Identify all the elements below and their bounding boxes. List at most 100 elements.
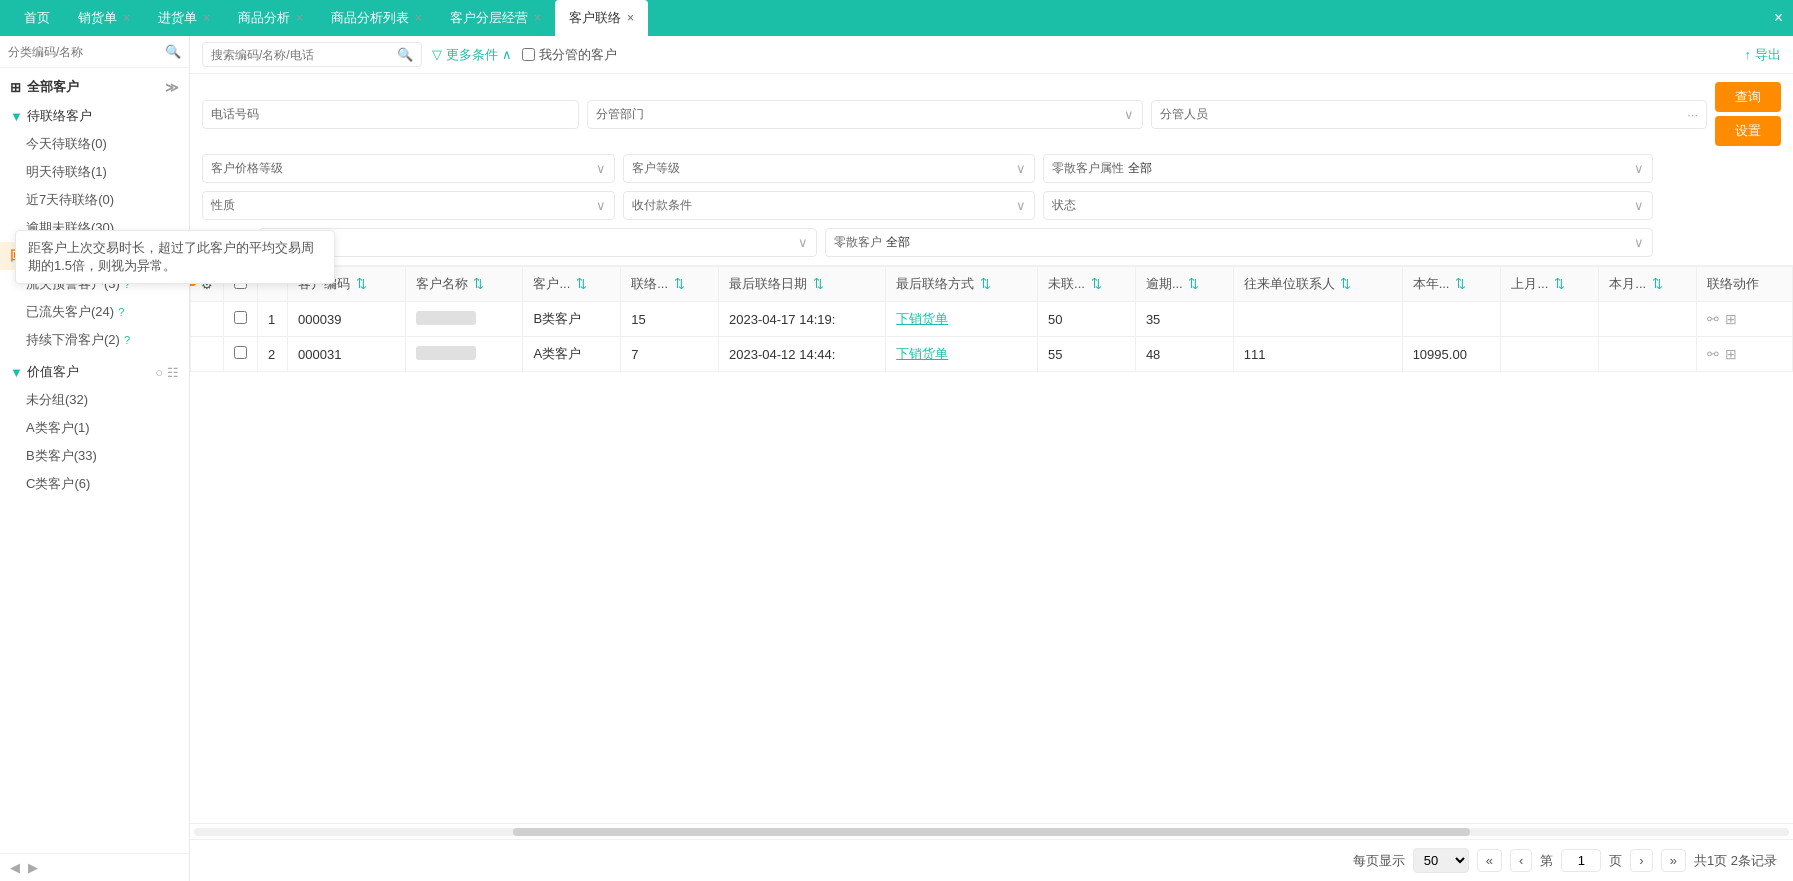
pending-today[interactable]: 今天待联络(0) (0, 130, 189, 158)
th-this-month[interactable]: 本月... ⇅ (1599, 267, 1697, 302)
cell-this-month (1599, 302, 1697, 337)
declining-info-icon: ? (124, 334, 130, 346)
th-this-year[interactable]: 本年... ⇅ (1402, 267, 1501, 302)
row-checkbox-0[interactable] (234, 311, 247, 324)
th-last-month[interactable]: 上月... ⇅ (1501, 267, 1599, 302)
lost-customers[interactable]: 已流失客户(24) ? (0, 298, 189, 326)
export-button[interactable]: ↑ 导出 (1745, 46, 1782, 64)
payment-select[interactable]: 收付款条件 ∨ (623, 191, 1036, 220)
pending-arrow-icon: ▼ (10, 109, 23, 124)
th-overdue[interactable]: 逾期... ⇅ (1135, 267, 1233, 302)
my-customers-checkbox[interactable] (522, 48, 535, 61)
price-level-select[interactable]: 客户价格等级 ∨ (202, 154, 615, 183)
cell-action: ⚯ ⊞ (1697, 302, 1793, 337)
th-last-date[interactable]: 最后联络日期 ⇅ (719, 267, 886, 302)
declining-customers[interactable]: 持续下滑客户(2) ? (0, 326, 189, 354)
sidebar-search-input[interactable] (8, 45, 165, 59)
sidebar-nav-right-icon[interactable]: ▶ (28, 860, 38, 875)
cell-last-month (1501, 337, 1599, 372)
cell-setting (191, 302, 224, 337)
nav-item-customer-contact[interactable]: 客户联络 × (555, 0, 648, 36)
last-method-link[interactable]: 下销货单 (896, 346, 948, 361)
value-edit-icon[interactable]: ○ (155, 365, 163, 380)
staff-select[interactable]: 分管人员 ··· (1151, 100, 1707, 129)
tooltip-box: 距客户上次交易时长，超过了此客户的平均交易周期的1.5倍，则视为异常。 (15, 230, 335, 284)
row-checkbox-1[interactable] (234, 346, 247, 359)
action-grid-icon[interactable]: ⊞ (1725, 311, 1737, 327)
nav-item-sales[interactable]: 销货单 × (64, 0, 144, 36)
phone-field[interactable]: 电话号码 (202, 100, 579, 129)
pending-tomorrow[interactable]: 明天待联络(1) (0, 158, 189, 186)
horizontal-scrollbar[interactable] (190, 823, 1793, 839)
close-all-tabs[interactable]: × (1774, 9, 1783, 27)
value-c-class[interactable]: C类客户(6) (0, 470, 189, 498)
sidebar-nav-left-icon[interactable]: ◀ (10, 860, 20, 875)
value-a-class[interactable]: A类客户(1) (0, 414, 189, 442)
action-grid-icon[interactable]: ⊞ (1725, 346, 1737, 362)
close-stratify-icon[interactable]: × (534, 11, 541, 25)
zero-attr-chevron-icon[interactable]: ∨ (1634, 161, 1644, 176)
close-purchase-icon[interactable]: × (203, 11, 210, 25)
status-select[interactable]: 状态 ∨ (1043, 191, 1653, 220)
last-method-link[interactable]: 下销货单 (896, 311, 948, 326)
pending-7days[interactable]: 近7天待联络(0) (0, 186, 189, 214)
collapse-sidebar-icon[interactable]: ≫ (165, 80, 179, 95)
value-b-class[interactable]: B类客户(33) (0, 442, 189, 470)
gender-select[interactable]: 性质 ∨ (202, 191, 615, 220)
nav-item-customer-stratify[interactable]: 客户分层经营 × (436, 0, 555, 36)
sort-uncontacted-icon: ⇅ (1091, 276, 1102, 291)
customer-type-select[interactable]: 客户类型 ∨ (259, 228, 817, 257)
th-name[interactable]: 客户名称 ⇅ (405, 267, 523, 302)
value-ungroup[interactable]: 未分组(32) (0, 386, 189, 414)
last-page-button[interactable]: » (1661, 849, 1686, 872)
nav-item-analysis-list[interactable]: 商品分析列表 × (317, 0, 436, 36)
th-contact[interactable]: 联络... ⇅ (621, 267, 719, 302)
pending-group-header[interactable]: ▼ 待联络客户 (0, 102, 189, 130)
more-conditions-btn[interactable]: ▽ 更多条件 ∧ (432, 46, 512, 64)
th-last-method[interactable]: 最后联络方式 ⇅ (886, 267, 1038, 302)
cell-overdue: 48 (1135, 337, 1233, 372)
page-number-input[interactable] (1561, 849, 1601, 872)
nav-item-home[interactable]: 首页 (10, 0, 64, 36)
search-box: 🔍 (202, 42, 422, 67)
search-input[interactable] (211, 48, 397, 62)
data-table-container: ⚙ 客户编码 ⇅ 客户名称 ⇅ 客户... ⇅ (190, 266, 1793, 823)
nav-item-purchase[interactable]: 进货单 × (144, 0, 224, 36)
action-link-icon[interactable]: ⚯ (1707, 311, 1719, 327)
customer-level-select[interactable]: 客户等级 ∨ (623, 154, 1036, 183)
next-page-button[interactable]: › (1630, 849, 1652, 872)
setting-button[interactable]: 设置 (1715, 116, 1781, 146)
zero-cust-chevron-icon[interactable]: ∨ (1634, 235, 1644, 250)
th-type[interactable]: 客户... ⇅ (523, 267, 621, 302)
close-analysis-icon[interactable]: × (296, 11, 303, 25)
per-page-select[interactable]: 50 100 200 (1413, 848, 1469, 873)
nav-item-analysis[interactable]: 商品分析 × (224, 0, 317, 36)
filter-icon: ▽ (432, 47, 442, 62)
filter-row-2: 客户价格等级 ∨ 客户等级 ∨ 零散客户属性 全部 ∨ (202, 154, 1781, 183)
cell-no: 1 (258, 302, 288, 337)
th-uncontacted[interactable]: 未联... ⇅ (1038, 267, 1136, 302)
cell-company-contact: 111 (1233, 337, 1402, 372)
search-icon[interactable]: 🔍 (397, 47, 413, 62)
dept-select[interactable]: 分管部门 ∨ (587, 100, 1143, 129)
sort-type-icon: ⇅ (576, 276, 587, 291)
sidebar-search-icon[interactable]: 🔍 (165, 44, 181, 59)
close-contact-icon[interactable]: × (627, 11, 634, 25)
close-sales-icon[interactable]: × (123, 11, 130, 25)
page-label: 第 (1540, 852, 1553, 870)
action-link-icon[interactable]: ⚯ (1707, 346, 1719, 362)
advanced-filter: 电话号码 分管部门 ∨ 分管人员 ··· 查询 设置 (190, 74, 1793, 266)
prev-page-button[interactable]: ‹ (1510, 849, 1532, 872)
phone-input[interactable] (265, 107, 570, 121)
customer-table: ⚙ 客户编码 ⇅ 客户名称 ⇅ 客户... ⇅ (190, 266, 1793, 372)
sidebar: 🔍 ⊞ 全部客户 ≫ ▼ 待联络客户 今天待联络(0) 明天待联络(1) (0, 36, 190, 881)
value-section-header[interactable]: ▼ 价值客户 ○ ☷ (0, 358, 189, 386)
scrollbar-thumb[interactable] (513, 828, 1470, 836)
cell-uncontacted: 55 (1038, 337, 1136, 372)
query-button[interactable]: 查询 (1715, 82, 1781, 112)
th-company-contact[interactable]: 往来单位联系人 ⇅ (1233, 267, 1402, 302)
page-of-label: 页 (1609, 852, 1622, 870)
value-config-icon[interactable]: ☷ (167, 365, 179, 380)
close-analysis-list-icon[interactable]: × (415, 11, 422, 25)
first-page-button[interactable]: « (1477, 849, 1502, 872)
